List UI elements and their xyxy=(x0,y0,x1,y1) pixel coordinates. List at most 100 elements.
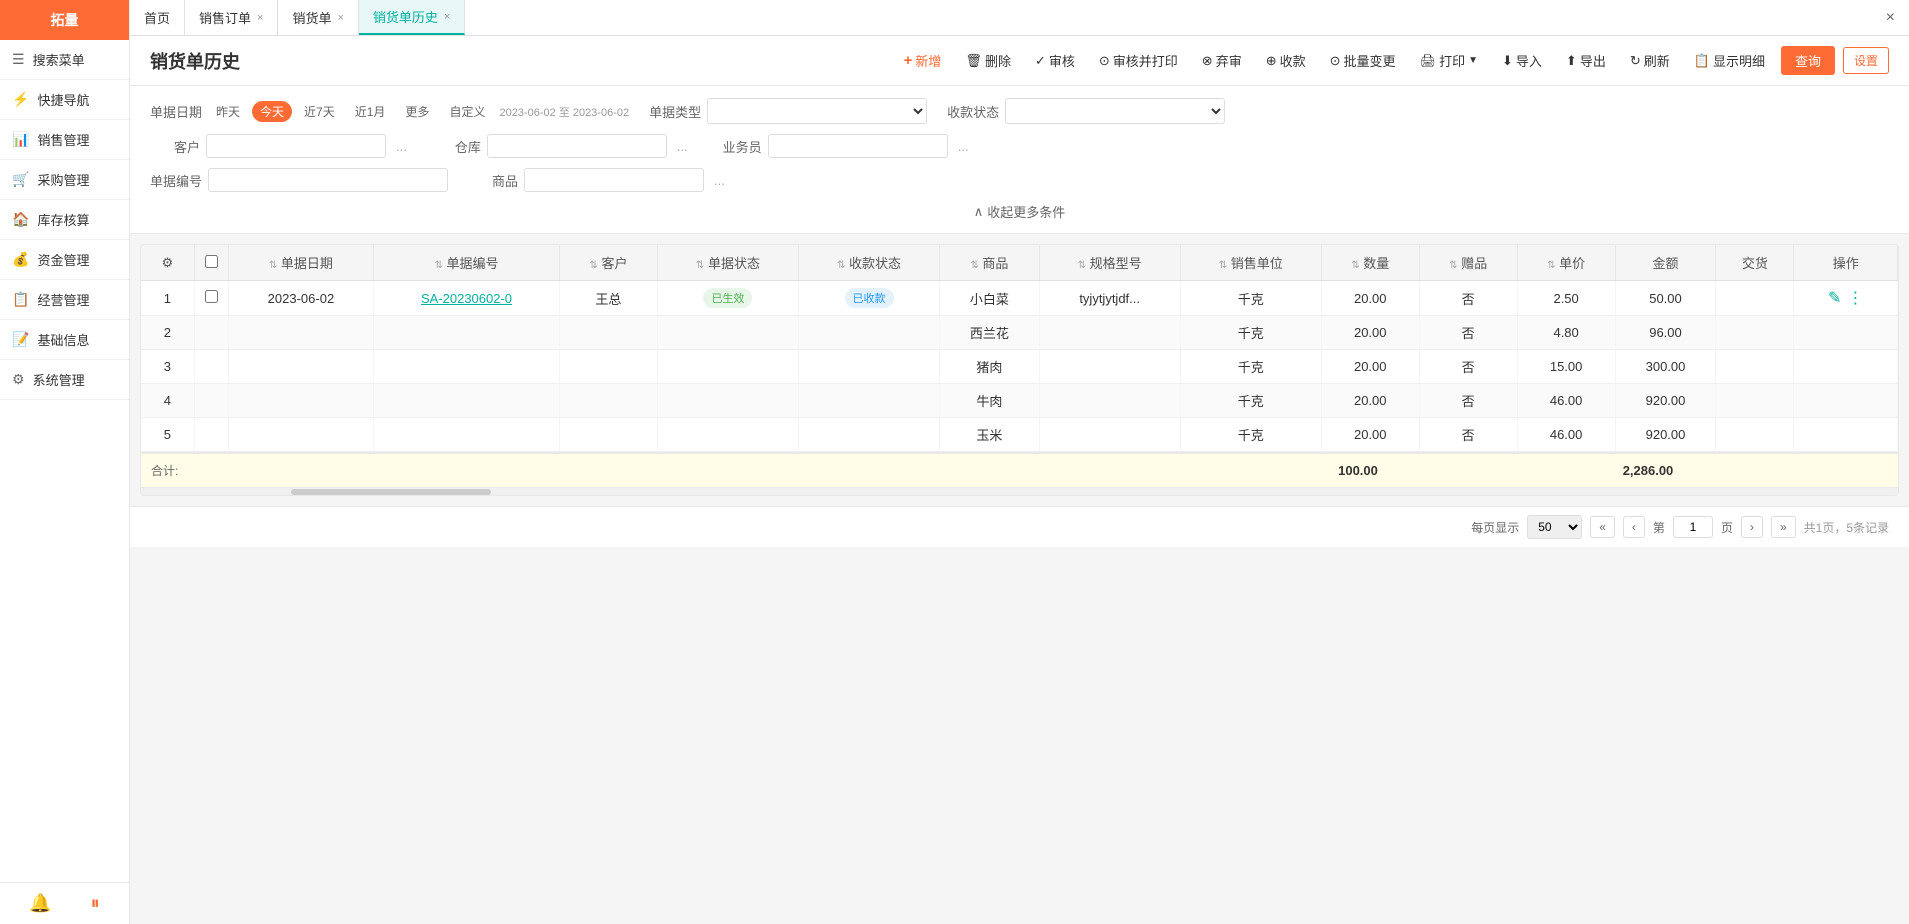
table-scrollbar[interactable] xyxy=(141,487,1898,495)
first-page-button[interactable]: « xyxy=(1590,516,1615,538)
table-footer: 合计: 100.00 2,286.00 xyxy=(141,452,1898,487)
prev-page-button[interactable]: ‹ xyxy=(1623,516,1645,538)
row-doc-no[interactable] xyxy=(374,350,560,384)
basic-info-icon: 📝 xyxy=(12,331,29,348)
row-doc-status: 已生效 xyxy=(657,281,798,316)
doc-no-link[interactable]: SA-20230602-0 xyxy=(421,291,512,306)
th-spec[interactable]: ⇅ 规格型号 xyxy=(1039,245,1180,281)
row-doc-no[interactable] xyxy=(374,384,560,418)
tab-sales-history[interactable]: 销货单历史 × xyxy=(359,0,465,35)
filter-group-doc-no: 单据编号 xyxy=(150,168,448,192)
tab-sales-order[interactable]: 销售订单 × xyxy=(185,0,278,35)
tab-sales-order-close[interactable]: × xyxy=(257,12,263,24)
sidebar-item-purchase-mgmt[interactable]: 🛒 采购管理 xyxy=(0,160,129,200)
date-pill-last1m[interactable]: 近1月 xyxy=(347,101,394,122)
th-unit[interactable]: ⇅ 销售单位 xyxy=(1180,245,1321,281)
row-checkbox-cell xyxy=(194,418,228,452)
tab-bar-close-all[interactable]: × xyxy=(1872,9,1909,27)
abandon-button[interactable]: ⊗ 弃审 xyxy=(1194,47,1250,74)
sidebar-item-label: 库存核算 xyxy=(37,210,89,229)
per-page-select[interactable]: 10 20 50 100 xyxy=(1527,515,1582,539)
doc-no-input[interactable] xyxy=(208,168,448,192)
pause-icon[interactable]: ⏸ xyxy=(91,893,100,914)
customer-dotdot-btn[interactable]: ... xyxy=(392,139,411,154)
date-pill-today[interactable]: 今天 xyxy=(252,101,292,122)
salesperson-input[interactable] xyxy=(768,134,948,158)
row-checkbox[interactable] xyxy=(205,290,218,303)
next-page-button[interactable]: › xyxy=(1741,516,1763,538)
table-row[interactable]: 3 猪肉 千克 20.00 否 15.00 300.00 xyxy=(141,350,1898,384)
warehouse-dotdot-btn[interactable]: ... xyxy=(673,139,692,154)
sidebar-item-finance[interactable]: 💰 资金管理 xyxy=(0,240,129,280)
customer-input[interactable] xyxy=(206,134,386,158)
row-doc-no[interactable] xyxy=(374,316,560,350)
sidebar-item-sales-mgmt[interactable]: 📊 销售管理 xyxy=(0,120,129,160)
sidebar-bottom: 🔔 ⏸ xyxy=(0,882,129,924)
th-gear[interactable]: ⚙ xyxy=(141,245,194,281)
date-pill-more[interactable]: 更多 xyxy=(397,101,437,122)
table-scrollbar-thumb[interactable] xyxy=(291,489,491,495)
sidebar-item-system-mgmt[interactable]: ⚙ 系统管理 xyxy=(0,360,129,400)
table-row[interactable]: 5 玉米 千克 20.00 否 46.00 920.00 xyxy=(141,418,1898,452)
th-quantity[interactable]: ⇅ 数量 xyxy=(1321,245,1419,281)
sidebar-item-basic-info[interactable]: 📝 基础信息 xyxy=(0,320,129,360)
edit-action-btn[interactable]: ✎ xyxy=(1825,290,1844,307)
sidebar-item-quick-nav[interactable]: ⚡ 快捷导航 xyxy=(0,80,129,120)
th-gift[interactable]: ⇅ 赠品 xyxy=(1419,245,1517,281)
sidebar-item-operations[interactable]: 📋 经营管理 xyxy=(0,280,129,320)
select-all-checkbox[interactable] xyxy=(205,255,218,268)
goods-dotdot-btn[interactable]: ... xyxy=(710,173,729,188)
th-doc-status[interactable]: ⇅ 单据状态 xyxy=(657,245,798,281)
sidebar-item-inventory[interactable]: 🏠 库存核算 xyxy=(0,200,129,240)
date-pill-yesterday[interactable]: 昨天 xyxy=(208,101,248,122)
goods-input[interactable] xyxy=(524,168,704,192)
show-detail-button[interactable]: 📋 显示明细 xyxy=(1686,47,1773,74)
collect-button[interactable]: ⊕ 收款 xyxy=(1258,47,1314,74)
th-date[interactable]: ⇅ 单据日期 xyxy=(228,245,373,281)
page-number-input[interactable] xyxy=(1673,516,1713,538)
delete-button[interactable]: 🗑 删除 xyxy=(957,47,1019,74)
th-goods[interactable]: ⇅ 商品 xyxy=(940,245,1040,281)
refresh-button[interactable]: ↻ 刷新 xyxy=(1622,47,1678,74)
audit-button[interactable]: ✓ 审核 xyxy=(1027,47,1083,74)
print-button[interactable]: 🖨 打印 ▼ xyxy=(1412,47,1486,74)
row-doc-no[interactable]: SA-20230602-0 xyxy=(374,281,560,316)
collect-status-select[interactable] xyxy=(1005,98,1225,124)
warehouse-input[interactable] xyxy=(487,134,667,158)
new-button[interactable]: + 新增 xyxy=(896,47,950,74)
total-info: 共1页，5条记录 xyxy=(1804,519,1889,536)
batch-change-button[interactable]: ⊙ 批量变更 xyxy=(1322,47,1404,74)
row-doc-no[interactable] xyxy=(374,418,560,452)
query-button[interactable]: 查询 xyxy=(1781,46,1835,75)
th-collect-status[interactable]: ⇅ 收款状态 xyxy=(798,245,939,281)
th-doc-no[interactable]: ⇅ 单据编号 xyxy=(374,245,560,281)
date-pill-last7[interactable]: 近7天 xyxy=(296,101,343,122)
table-row[interactable]: 1 2023-06-02 SA-20230602-0 王总 已生效 已收款 小白… xyxy=(141,281,1898,316)
last-page-button[interactable]: » xyxy=(1771,516,1796,538)
export-button[interactable]: ⬆ 导出 xyxy=(1558,47,1614,74)
th-transaction: 交货 xyxy=(1716,245,1794,281)
th-customer[interactable]: ⇅ 客户 xyxy=(559,245,657,281)
settings-button[interactable]: 设置 xyxy=(1843,47,1889,74)
table-row[interactable]: 4 牛肉 千克 20.00 否 46.00 920.00 xyxy=(141,384,1898,418)
audit-print-button[interactable]: ⊙ 审核并打印 xyxy=(1091,47,1186,74)
table-row[interactable]: 2 西兰花 千克 20.00 否 4.80 96.00 xyxy=(141,316,1898,350)
tab-sales-history-close[interactable]: × xyxy=(444,11,450,23)
collapse-btn[interactable]: ∧ 收起更多条件 xyxy=(150,202,1889,221)
salesperson-dotdot-btn[interactable]: ... xyxy=(954,139,973,154)
sidebar-item-search-menu[interactable]: ☰ 搜索菜单 xyxy=(0,40,129,80)
th-price[interactable]: ⇅ 单价 xyxy=(1517,245,1615,281)
main-area: 首页 销售订单 × 销货单 × 销货单历史 × × 销货单历史 + 新增 xyxy=(130,0,1909,924)
filter-area: 单据日期 昨天 今天 近7天 近1月 更多 自定义 2023-06-02 至 2… xyxy=(130,86,1909,234)
tab-sales-goods[interactable]: 销货单 × xyxy=(278,0,358,35)
notification-icon[interactable]: 🔔 xyxy=(29,893,51,914)
date-pill-custom[interactable]: 自定义 xyxy=(441,101,493,122)
footer-label: 合计: xyxy=(151,462,178,479)
more-action-btn[interactable]: ⋮ xyxy=(1844,290,1866,307)
tab-sales-goods-close[interactable]: × xyxy=(337,12,343,24)
th-doc-status-label: 单据状态 xyxy=(708,256,760,271)
tab-home[interactable]: 首页 xyxy=(130,0,185,35)
import-button[interactable]: ⬇ 导入 xyxy=(1494,47,1550,74)
collapse-arrow-icon: ∧ xyxy=(974,204,984,220)
doc-type-select[interactable] xyxy=(707,98,927,124)
